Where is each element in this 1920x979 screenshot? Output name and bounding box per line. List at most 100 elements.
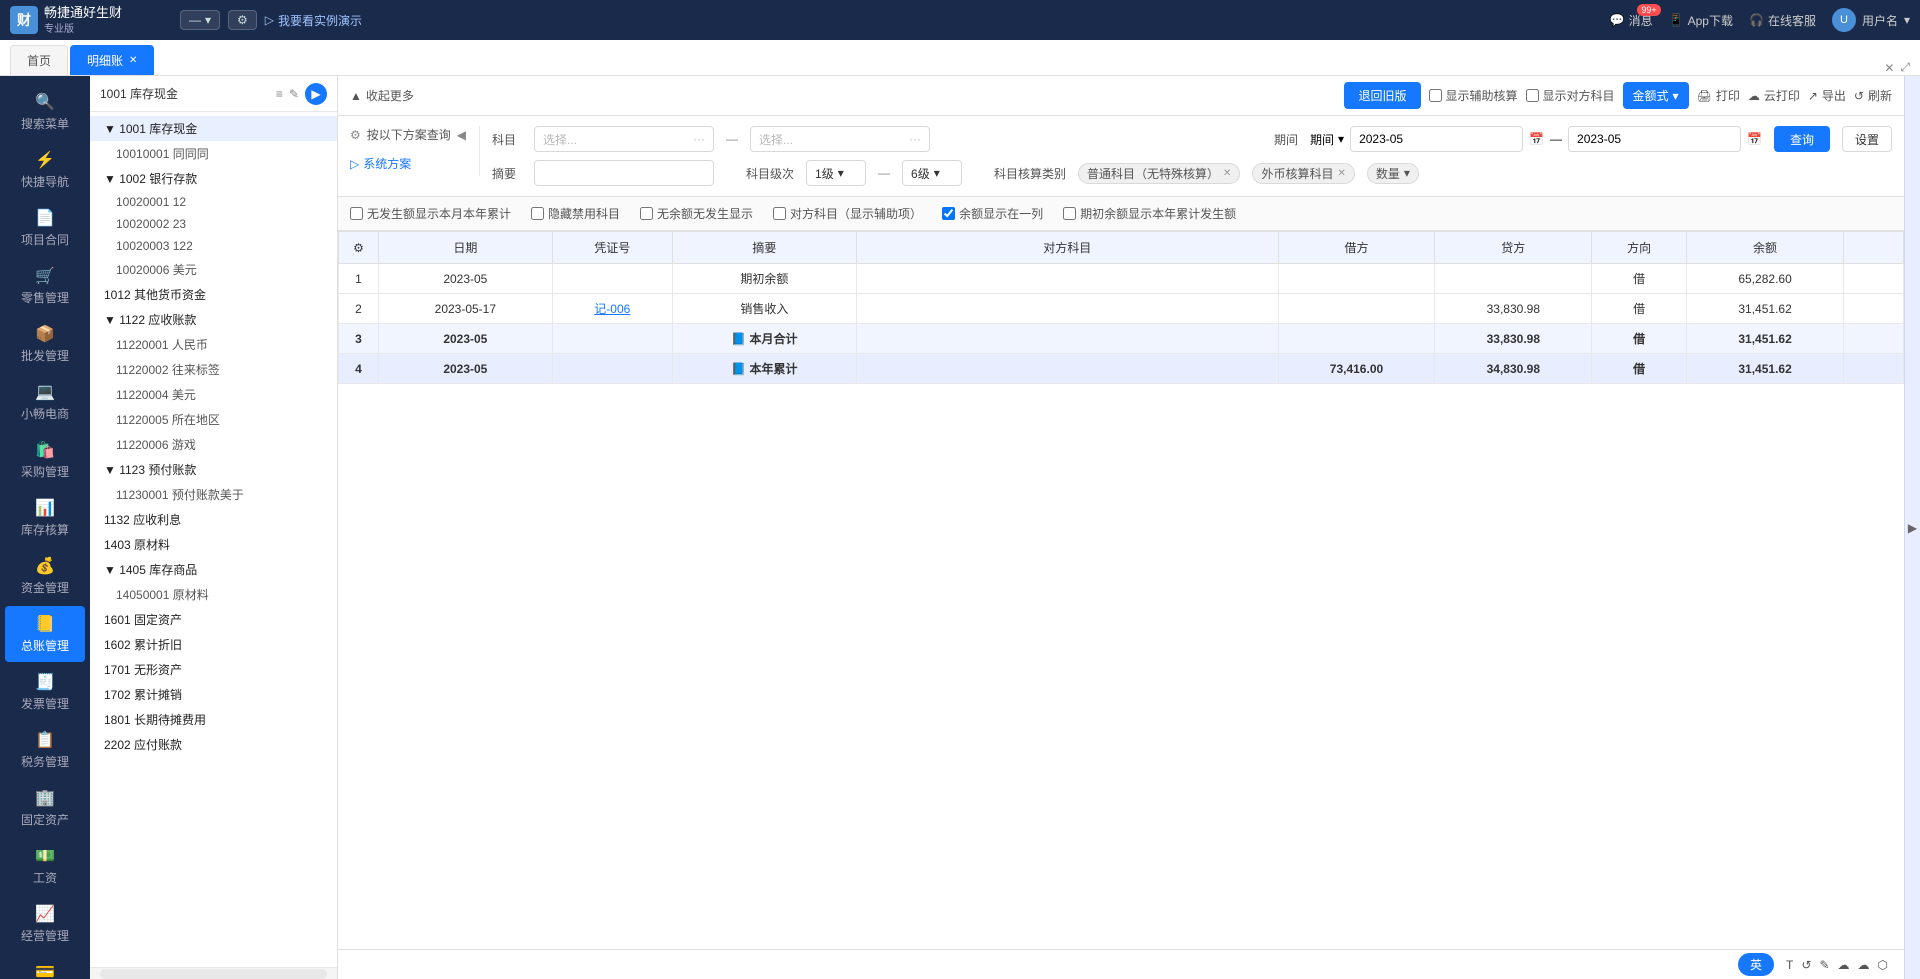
- show-opposite-checkbox[interactable]: [1526, 89, 1539, 102]
- tree-item-11220006[interactable]: 11220006 游戏: [90, 432, 337, 457]
- sidebar-item-search[interactable]: 🔍 搜索菜单: [5, 84, 85, 140]
- period-end-input[interactable]: [1568, 126, 1741, 152]
- tree-item-1702[interactable]: 1702 累计摊销: [90, 682, 337, 707]
- tree-item-14050001[interactable]: 14050001 原材料: [90, 582, 337, 607]
- tree-item-2202[interactable]: 2202 应付账款: [90, 732, 337, 757]
- tree-item-10010001[interactable]: 10010001 同同同: [90, 141, 337, 166]
- tag-normal[interactable]: 普通科目（无特殊核算） ✕: [1078, 163, 1240, 184]
- settings-filter-btn[interactable]: 设置: [1842, 126, 1892, 152]
- cloud-icon2[interactable]: ☁: [1858, 958, 1870, 972]
- sidebar-item-assets[interactable]: 🏢 固定资产: [5, 780, 85, 836]
- tab-close-icon[interactable]: ✕: [129, 55, 137, 66]
- tree-nav-btn[interactable]: ▶: [305, 83, 327, 105]
- check-opening-box[interactable]: [1063, 207, 1076, 220]
- tab-home[interactable]: 首页: [10, 45, 68, 75]
- edit-icon[interactable]: ✎: [1819, 958, 1829, 972]
- title-dropdown[interactable]: — ▾: [180, 10, 220, 30]
- cell-voucher-2[interactable]: 记-006: [552, 294, 672, 324]
- print-btn[interactable]: 🖨 打印: [1697, 87, 1740, 104]
- level-start-select[interactable]: 1级 ▾: [806, 160, 866, 186]
- subject-input2[interactable]: 选择... ···: [750, 126, 930, 152]
- tree-item-1801[interactable]: 1801 长期待摊费用: [90, 707, 337, 732]
- user-area[interactable]: U 用户名 ▾: [1832, 8, 1910, 32]
- check-no-balance[interactable]: 无余额无发生显示: [640, 205, 753, 222]
- tree-item-11230001[interactable]: 11230001 预付账款美于: [90, 482, 337, 507]
- level-end-select[interactable]: 6级 ▾: [902, 160, 962, 186]
- check-balance-col[interactable]: 余额显示在一列: [942, 205, 1043, 222]
- tree-item-10020003[interactable]: 10020003 122: [90, 235, 337, 257]
- demo-link[interactable]: ▷ 我要看实例演示: [265, 12, 362, 29]
- sidebar-item-contract[interactable]: 📄 项目合同: [5, 200, 85, 256]
- tree-list-icon[interactable]: ≡: [276, 87, 283, 101]
- tree-hscrollbar[interactable]: [100, 969, 327, 979]
- check-opposite[interactable]: 对方科目（显示辅助项）: [773, 205, 922, 222]
- refresh-btn[interactable]: ↺ 刷新: [1854, 87, 1892, 104]
- right-collapse-btn[interactable]: ▶: [1904, 76, 1920, 979]
- tag-quantity[interactable]: 数量 ▾: [1367, 163, 1419, 184]
- check-no-amount[interactable]: 无发生额显示本月本年累计: [350, 205, 511, 222]
- tree-item-11220001[interactable]: 11220001 人民币: [90, 332, 337, 357]
- tree-item-10020002[interactable]: 10020002 23: [90, 213, 337, 235]
- restore-icon[interactable]: ⤢: [1900, 60, 1910, 75]
- return-old-btn[interactable]: 退回旧版: [1344, 82, 1420, 109]
- sidebar-item-retail[interactable]: 🛒 零售管理: [5, 258, 85, 314]
- tree-item-1123[interactable]: ▼ 1123 预付账款: [90, 457, 337, 482]
- sidebar-item-nav[interactable]: ⚡ 快捷导航: [5, 142, 85, 198]
- tag-forex[interactable]: 外币核算科目 ✕: [1252, 163, 1354, 184]
- amount-format-btn[interactable]: 金额式 ▾: [1623, 82, 1689, 109]
- sidebar-item-expense[interactable]: 💳 小畅报销: [5, 954, 85, 979]
- show-aux-check[interactable]: 显示辅助核算: [1429, 87, 1518, 104]
- tree-item-1122[interactable]: ▼ 1122 应收账款: [90, 307, 337, 332]
- tree-item-10020001[interactable]: 10020001 12: [90, 191, 337, 213]
- app-download-btn[interactable]: 📱 App下载: [1669, 12, 1733, 29]
- cloud-print-btn[interactable]: ☁ 云打印: [1748, 87, 1800, 104]
- expand-btn[interactable]: ▲ 收起更多: [350, 87, 414, 104]
- sidebar-item-tax[interactable]: 📋 税务管理: [5, 722, 85, 778]
- check-hide-disabled-box[interactable]: [531, 207, 544, 220]
- period-start-input[interactable]: [1350, 126, 1523, 152]
- tree-item-1405[interactable]: ▼ 1405 库存商品: [90, 557, 337, 582]
- sidebar-item-ecommerce[interactable]: 💻 小畅电商: [5, 374, 85, 430]
- sidebar-item-invoice[interactable]: 🧾 发票管理: [5, 664, 85, 720]
- check-opening[interactable]: 期初余额显示本年累计发生额: [1063, 205, 1236, 222]
- period-cal-icon2[interactable]: 📅: [1747, 132, 1762, 146]
- online-service-btn[interactable]: 🎧 在线客服: [1749, 12, 1816, 29]
- tree-edit-icon[interactable]: ✎: [289, 87, 299, 101]
- tree-item-1701[interactable]: 1701 无形资产: [90, 657, 337, 682]
- tree-item-11220002[interactable]: 11220002 往来标签: [90, 357, 337, 382]
- show-aux-checkbox[interactable]: [1429, 89, 1442, 102]
- hex-icon[interactable]: ⬡: [1878, 958, 1888, 972]
- tree-item-1132[interactable]: 1132 应收利息: [90, 507, 337, 532]
- col-settings[interactable]: ⚙: [339, 232, 379, 264]
- tag-normal-close[interactable]: ✕: [1223, 168, 1231, 179]
- cloud-icon1[interactable]: ☁: [1838, 958, 1850, 972]
- check-no-balance-box[interactable]: [640, 207, 653, 220]
- text-icon[interactable]: T: [1786, 958, 1793, 972]
- check-balance-col-box[interactable]: [942, 207, 955, 220]
- tag-forex-close[interactable]: ✕: [1337, 168, 1345, 179]
- settings-btn[interactable]: ⚙: [228, 10, 257, 30]
- scheme-item[interactable]: ▷ 系统方案: [350, 151, 467, 176]
- sidebar-item-purchase[interactable]: 🛍️ 采购管理: [5, 432, 85, 488]
- close-icon[interactable]: ✕: [1884, 61, 1894, 75]
- messages-btn[interactable]: 💬 消息 99+: [1610, 12, 1653, 29]
- sidebar-item-salary[interactable]: 💵 工资: [5, 838, 85, 894]
- collapse-left-icon[interactable]: ◀: [457, 128, 466, 142]
- show-opposite-check[interactable]: 显示对方科目: [1526, 87, 1615, 104]
- tree-item-11220005[interactable]: 11220005 所在地区: [90, 407, 337, 432]
- sidebar-item-ledger[interactable]: 📒 总账管理: [5, 606, 85, 662]
- summary-input[interactable]: [534, 160, 714, 186]
- tree-item-1601[interactable]: 1601 固定资产: [90, 607, 337, 632]
- tree-item-10020006[interactable]: 10020006 美元: [90, 257, 337, 282]
- sidebar-item-operation[interactable]: 📈 经营管理: [5, 896, 85, 952]
- tree-item-1001[interactable]: ▼ 1001 库存现金: [90, 116, 337, 141]
- sidebar-item-inventory[interactable]: 📊 库存核算: [5, 490, 85, 546]
- tree-item-11220004[interactable]: 11220004 美元: [90, 382, 337, 407]
- subject-input[interactable]: 选择... ···: [534, 126, 714, 152]
- lang-btn[interactable]: 英: [1738, 953, 1774, 976]
- tree-item-1403[interactable]: 1403 原材料: [90, 532, 337, 557]
- tree-item-1012[interactable]: 1012 其他货币资金: [90, 282, 337, 307]
- refresh-status-icon[interactable]: ↺: [1801, 958, 1811, 972]
- check-hide-disabled[interactable]: 隐藏禁用科目: [531, 205, 620, 222]
- sidebar-item-finance[interactable]: 💰 资金管理: [5, 548, 85, 604]
